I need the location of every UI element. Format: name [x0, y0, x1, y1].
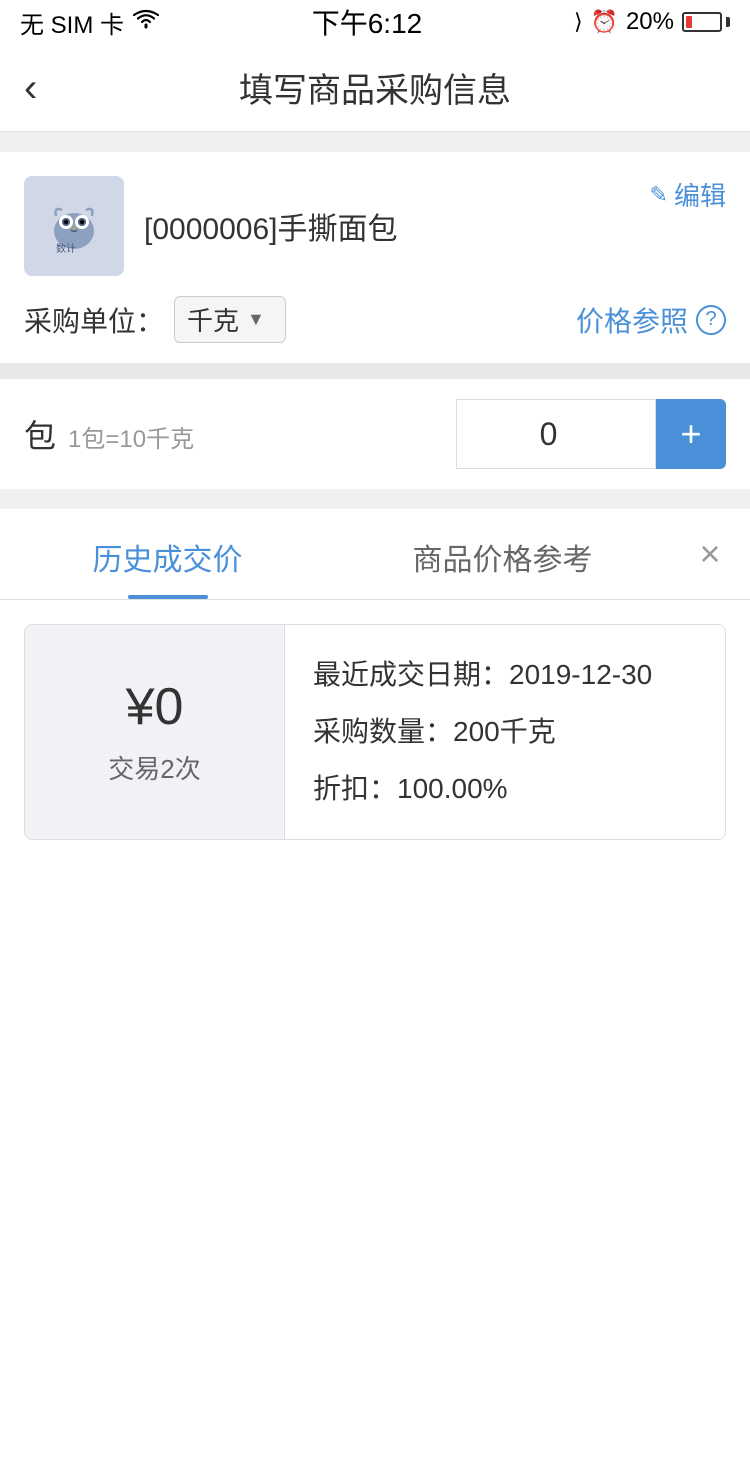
quantity-ref-value: 200千克: [453, 716, 556, 747]
product-left: 数计 [0000006]手撕面包: [24, 176, 397, 276]
status-left: 无 SIM 卡: [20, 5, 160, 40]
discount-value: 100.00%: [397, 773, 508, 804]
price-currency: ¥: [126, 678, 155, 736]
tabs-container: 历史成交价 商品价格参考 ×: [0, 509, 750, 600]
battery-percent: 20%: [626, 8, 674, 36]
status-right: ⟩ ⏰ 20%: [574, 8, 730, 36]
price-detail-discount: 折扣：100.00%: [313, 769, 697, 808]
discount-label: 折扣：: [313, 773, 397, 804]
price-detail-date: 最近成交日期：2019-12-30: [313, 655, 697, 694]
product-row-bottom: 采购单位： 千克 ▼ 价格参照 ?: [24, 296, 726, 343]
product-card: 数计 [0000006]手撕面包 ✎ 编辑 采购单位： 千克 ▼ 价格参照 ?: [0, 152, 750, 363]
page-title: 填写商品采购信息: [239, 63, 511, 112]
edit-label: 编辑: [674, 176, 726, 213]
unit-label: 采购单位：: [24, 300, 164, 340]
divider-1: [0, 363, 750, 379]
price-card-right: 最近成交日期：2019-12-30 采购数量：200千克 折扣：100.00%: [285, 625, 725, 839]
quantity-unit-label: 包: [24, 411, 56, 457]
price-amount: ¥0: [126, 677, 184, 737]
unit-group: 采购单位： 千克 ▼: [24, 296, 286, 343]
nav-bar: ‹ 填写商品采购信息: [0, 44, 750, 132]
edit-button[interactable]: ✎ 编辑: [650, 176, 726, 213]
quantity-input[interactable]: [456, 399, 656, 469]
alarm-icon: ⏰: [591, 9, 618, 35]
price-ref-button[interactable]: 价格参照 ?: [576, 300, 726, 340]
tab-history-price[interactable]: 历史成交价: [0, 509, 335, 599]
quantity-input-group: +: [456, 399, 726, 469]
product-image: 数计: [24, 176, 124, 276]
recent-date-label: 最近成交日期：: [313, 659, 509, 690]
edit-icon: ✎: [650, 182, 668, 208]
quantity-label-group: 包 1包=10千克: [24, 411, 194, 457]
wifi-icon: [132, 8, 160, 36]
product-name: [0000006]手撕面包: [144, 204, 397, 248]
location-icon: ⟩: [574, 9, 583, 35]
tab-close-button[interactable]: ×: [670, 533, 750, 575]
price-detail-quantity: 采购数量：200千克: [313, 712, 697, 751]
bottom-area: [0, 864, 750, 1464]
recent-date-value: 2019-12-30: [509, 659, 652, 690]
dropdown-arrow-icon: ▼: [247, 309, 265, 330]
back-button[interactable]: ‹: [24, 68, 37, 108]
price-card-container: ¥0 交易2次 最近成交日期：2019-12-30 采购数量：200千克 折扣：…: [0, 600, 750, 864]
price-value: 0: [155, 678, 184, 736]
quantity-plus-button[interactable]: +: [656, 399, 726, 469]
quantity-equiv-label: 1包=10千克: [68, 419, 194, 454]
unit-select-dropdown[interactable]: 千克 ▼: [174, 296, 286, 343]
quantity-row: 包 1包=10千克 +: [0, 379, 750, 489]
svg-text:数计: 数计: [56, 242, 76, 255]
price-ref-label: 价格参照: [576, 300, 688, 340]
status-bar: 无 SIM 卡 下午6:12 ⟩ ⏰ 20%: [0, 0, 750, 44]
status-time: 下午6:12: [312, 2, 423, 42]
quantity-ref-label: 采购数量：: [313, 716, 453, 747]
price-card: ¥0 交易2次 最近成交日期：2019-12-30 采购数量：200千克 折扣：…: [24, 624, 726, 840]
price-ref-help-icon: ?: [696, 305, 726, 335]
product-row-top: 数计 [0000006]手撕面包 ✎ 编辑: [24, 176, 726, 276]
price-transactions: 交易2次: [108, 749, 200, 786]
unit-value: 千克: [187, 301, 239, 338]
tab-product-price-ref[interactable]: 商品价格参考: [335, 509, 670, 599]
battery-indicator: [682, 12, 730, 32]
price-card-left: ¥0 交易2次: [25, 625, 285, 839]
signal-text: 无 SIM 卡: [20, 5, 124, 40]
